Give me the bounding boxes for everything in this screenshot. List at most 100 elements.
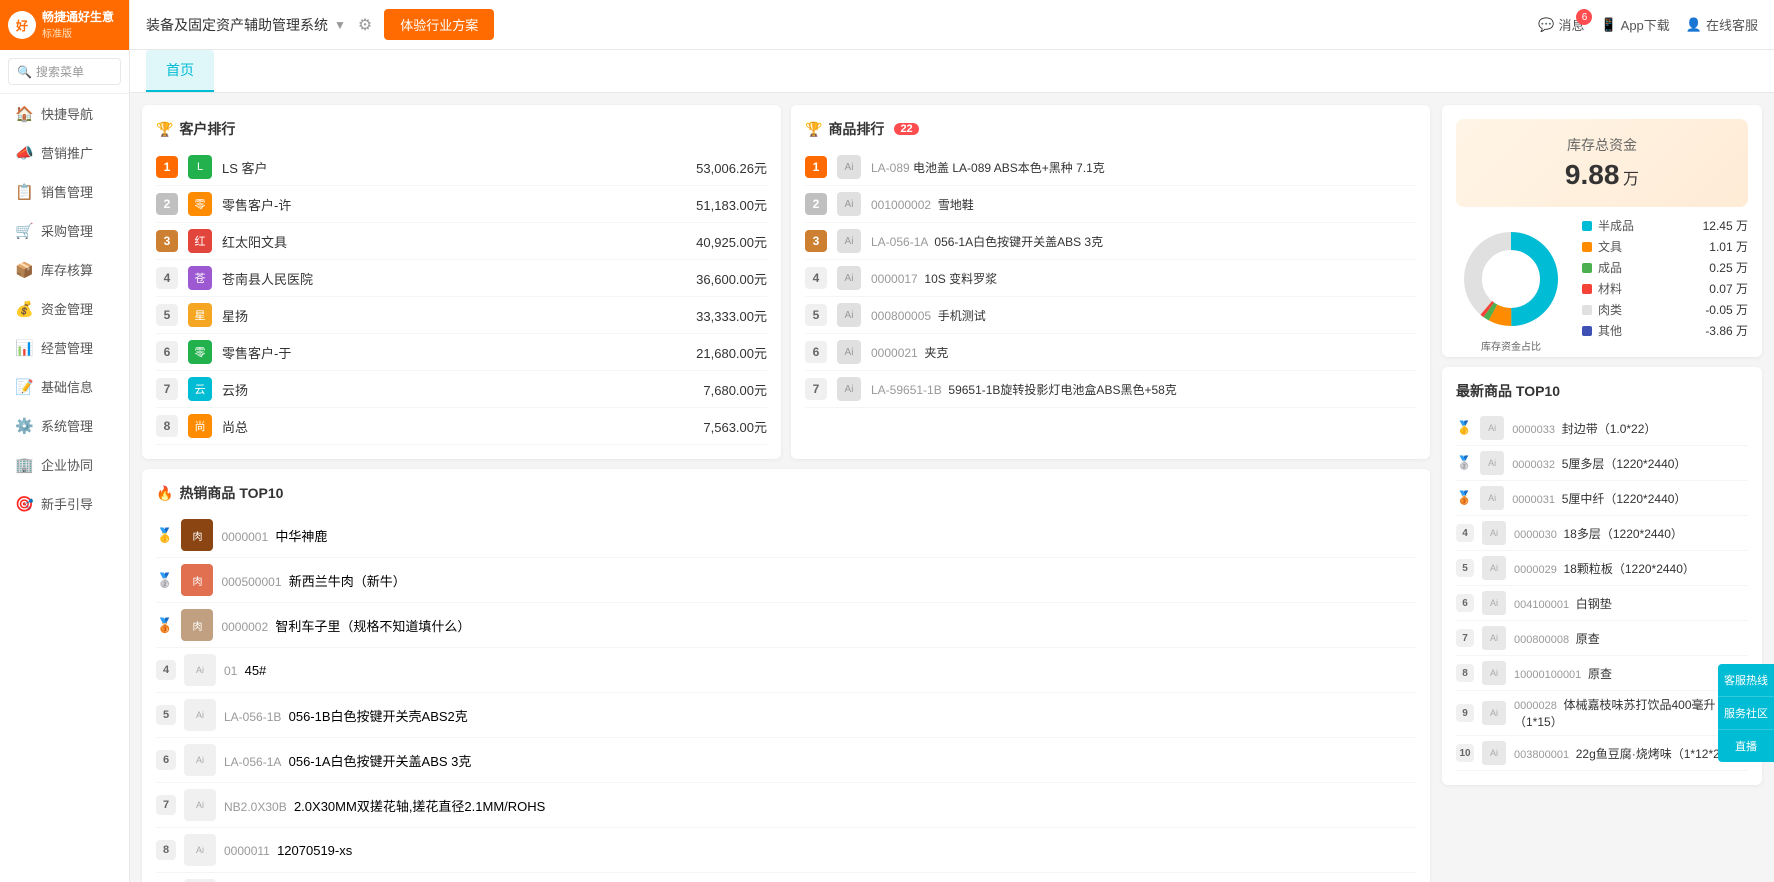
sidebar-item-finance[interactable]: 💰 资金管理 bbox=[0, 289, 129, 328]
product-info: LA-056-1A 056-1A白色按键开关盖ABS 3克 bbox=[871, 233, 1416, 250]
avatar: 零 bbox=[188, 340, 212, 364]
chart-label: 库存资金占比 bbox=[1456, 338, 1566, 353]
rank-num: 7 bbox=[805, 378, 827, 400]
donut-svg bbox=[1456, 224, 1566, 334]
trophy-icon: 🏆 bbox=[156, 121, 173, 138]
list-item: 9 Ai 0000028 体械嘉枝味苏打饮品400毫升（1*15） bbox=[1456, 691, 1748, 736]
rank-num: 6 bbox=[156, 750, 176, 770]
product-image: Ai bbox=[184, 834, 216, 866]
product-img: Ai bbox=[1482, 701, 1506, 725]
list-item: 10 Ai 003800001 22g鱼豆腐·烧烤味（1*12*20） bbox=[1456, 736, 1748, 771]
avatar: 苍 bbox=[188, 266, 212, 290]
product-img: Ai bbox=[1480, 486, 1504, 510]
list-item: 3 红 红太阳文具 40,925.00元 bbox=[156, 223, 767, 260]
service-community-button[interactable]: 服务社区 bbox=[1718, 697, 1774, 730]
rank-num: 1 bbox=[805, 156, 827, 178]
rank-num-5: 5 bbox=[156, 304, 178, 326]
avatar: 红 bbox=[188, 229, 212, 253]
message-icon: 💬 bbox=[1538, 17, 1554, 33]
topbar: 装备及固定资产辅助管理系统 ▼ ⚙ 体验行业方案 💬 消息 6 📱 App下载 … bbox=[130, 0, 1774, 50]
legend-dot bbox=[1582, 284, 1592, 294]
customer-name: 星扬 bbox=[222, 306, 686, 325]
list-item: 2 零 零售客户-许 51,183.00元 bbox=[156, 186, 767, 223]
list-item: 7 Ai NB2.0X30B 2.0X30MM双搓花轴,搓花直径2.1MM/RO… bbox=[156, 783, 1416, 828]
rank-num-6: 6 bbox=[156, 341, 178, 363]
product-ranking-title: 🏆 商品排行 22 bbox=[805, 119, 1416, 139]
avatar: 云 bbox=[188, 377, 212, 401]
sidebar-item-basic[interactable]: 📝 基础信息 bbox=[0, 367, 129, 406]
logo-icon: 好 bbox=[8, 11, 36, 39]
product-details: LA-056-1B 056-1B白色按键开关壳ABS2克 bbox=[224, 706, 1416, 725]
sidebar-item-system[interactable]: ⚙️ 系统管理 bbox=[0, 406, 129, 445]
tab-home[interactable]: 首页 bbox=[146, 50, 214, 92]
medal-silver-icon: 🥈 bbox=[156, 572, 173, 589]
sidebar-item-purchase[interactable]: 🛒 采购管理 bbox=[0, 211, 129, 250]
home-icon: 🏠 bbox=[15, 105, 33, 123]
list-item: 8 Ai 10000100001 原查 bbox=[1456, 656, 1748, 691]
list-item: 6 Ai 0000021 夹克 bbox=[805, 334, 1416, 371]
trial-button[interactable]: 体验行业方案 bbox=[384, 9, 494, 40]
list-item: 🥈 肉 000500001 新西兰牛肉（新牛） bbox=[156, 558, 1416, 603]
product-details: LA-056-1A 056-1A白色按键开关盖ABS 3克 bbox=[224, 751, 1416, 770]
newest-products-card: 最新商品 TOP10 🥇 Ai 0000033 封边带（1.0*22） 🥈 Ai bbox=[1442, 367, 1762, 785]
list-item: 4 Ai 01 45# bbox=[156, 648, 1416, 693]
product-img: Ai bbox=[837, 155, 861, 179]
inventory-header: 库存总资金 9.88 万 bbox=[1456, 119, 1748, 207]
search-icon: 🔍 bbox=[17, 65, 32, 79]
search-menu-button[interactable]: 🔍 搜索菜单 bbox=[8, 58, 121, 85]
customer-name: 尚总 bbox=[222, 417, 693, 436]
customer-amount: 40,925.00元 bbox=[696, 232, 767, 251]
list-item: 🥉 肉 0000002 智利车子里（规格不知道填什么） bbox=[156, 603, 1416, 648]
sidebar-item-sales[interactable]: 📋 销售管理 bbox=[0, 172, 129, 211]
system-icon: ⚙️ bbox=[15, 417, 33, 435]
legend-dot bbox=[1582, 242, 1592, 252]
app-download-button[interactable]: 📱 App下载 bbox=[1600, 15, 1669, 34]
medal-bronze-icon: 🥉 bbox=[1456, 490, 1472, 506]
rank-num-7: 7 bbox=[156, 378, 178, 400]
live-button[interactable]: 直播 bbox=[1718, 730, 1774, 762]
rank-num-3: 3 bbox=[156, 230, 178, 252]
avatar: L bbox=[188, 155, 212, 179]
topbar-actions: 💬 消息 6 📱 App下载 👤 在线客服 bbox=[1538, 15, 1758, 34]
gear-icon[interactable]: ⚙ bbox=[358, 15, 372, 35]
list-item: 5 Ai 000800005 手机测试 bbox=[805, 297, 1416, 334]
rank-num: 8 bbox=[156, 840, 176, 860]
sidebar-item-operations[interactable]: 📊 经营管理 bbox=[0, 328, 129, 367]
sidebar-item-marketing[interactable]: 📣 营销推广 bbox=[0, 133, 129, 172]
sidebar: 好 畅捷通好生意 标准版 🔍 搜索菜单 🏠 快捷导航 📣 营销推广 📋 销售管理… bbox=[0, 0, 130, 882]
sidebar-item-home[interactable]: 🏠 快捷导航 bbox=[0, 94, 129, 133]
logo-text: 畅捷通好生意 标准版 bbox=[42, 10, 114, 39]
medal-gold-icon: 🥇 bbox=[156, 527, 173, 544]
product-info: LA-59651-1B 59651-1B旋转投影灯电池盒ABS黑色+58克 bbox=[871, 381, 1416, 398]
customer-name: 红太阳文具 bbox=[222, 232, 686, 251]
customer-ranking-title: 🏆 客户排行 bbox=[156, 119, 767, 139]
sidebar-item-inventory[interactable]: 📦 库存核算 bbox=[0, 250, 129, 289]
messages-button[interactable]: 💬 消息 6 bbox=[1538, 15, 1584, 34]
legend-item-2: 成品 0.25 万 bbox=[1582, 259, 1748, 276]
list-item: 7 Ai 000800008 原查 bbox=[1456, 621, 1748, 656]
dropdown-arrow-icon: ▼ bbox=[334, 18, 346, 32]
system-title: 装备及固定资产辅助管理系统 ▼ bbox=[146, 15, 346, 35]
rank-num: 10 bbox=[1456, 744, 1474, 762]
app-logo: 好 畅捷通好生意 标准版 bbox=[0, 0, 129, 50]
product-img: Ai bbox=[1482, 741, 1506, 765]
inventory-amount-display: 9.88 万 bbox=[1472, 159, 1732, 191]
product-img: Ai bbox=[1482, 626, 1506, 650]
list-item: 5 星 星扬 33,333.00元 bbox=[156, 297, 767, 334]
sidebar-item-enterprise[interactable]: 🏢 企业协同 bbox=[0, 445, 129, 484]
product-img: Ai bbox=[837, 266, 861, 290]
legend-item-5: 其他 -3.86 万 bbox=[1582, 322, 1748, 339]
float-buttons: 客服热线 服务社区 直播 bbox=[1718, 664, 1774, 762]
customer-amount: 33,333.00元 bbox=[696, 306, 767, 325]
online-service-button[interactable]: 👤 在线客服 bbox=[1686, 15, 1758, 34]
sidebar-item-guide[interactable]: 🎯 新手引导 bbox=[0, 484, 129, 523]
product-img: Ai bbox=[837, 377, 861, 401]
product-img: Ai bbox=[1480, 451, 1504, 475]
service-hotline-button[interactable]: 客服热线 bbox=[1718, 664, 1774, 697]
product-image: Ai bbox=[184, 789, 216, 821]
customer-name: LS 客户 bbox=[222, 158, 686, 177]
list-item: 🥇 Ai 0000033 封边带（1.0*22） bbox=[1456, 411, 1748, 446]
phone-icon: 📱 bbox=[1600, 17, 1616, 33]
donut-chart: 库存资金占比 bbox=[1456, 224, 1566, 337]
product-details: NB2.0X30B 2.0X30MM双搓花轴,搓花直径2.1MM/ROHS bbox=[224, 796, 1416, 815]
